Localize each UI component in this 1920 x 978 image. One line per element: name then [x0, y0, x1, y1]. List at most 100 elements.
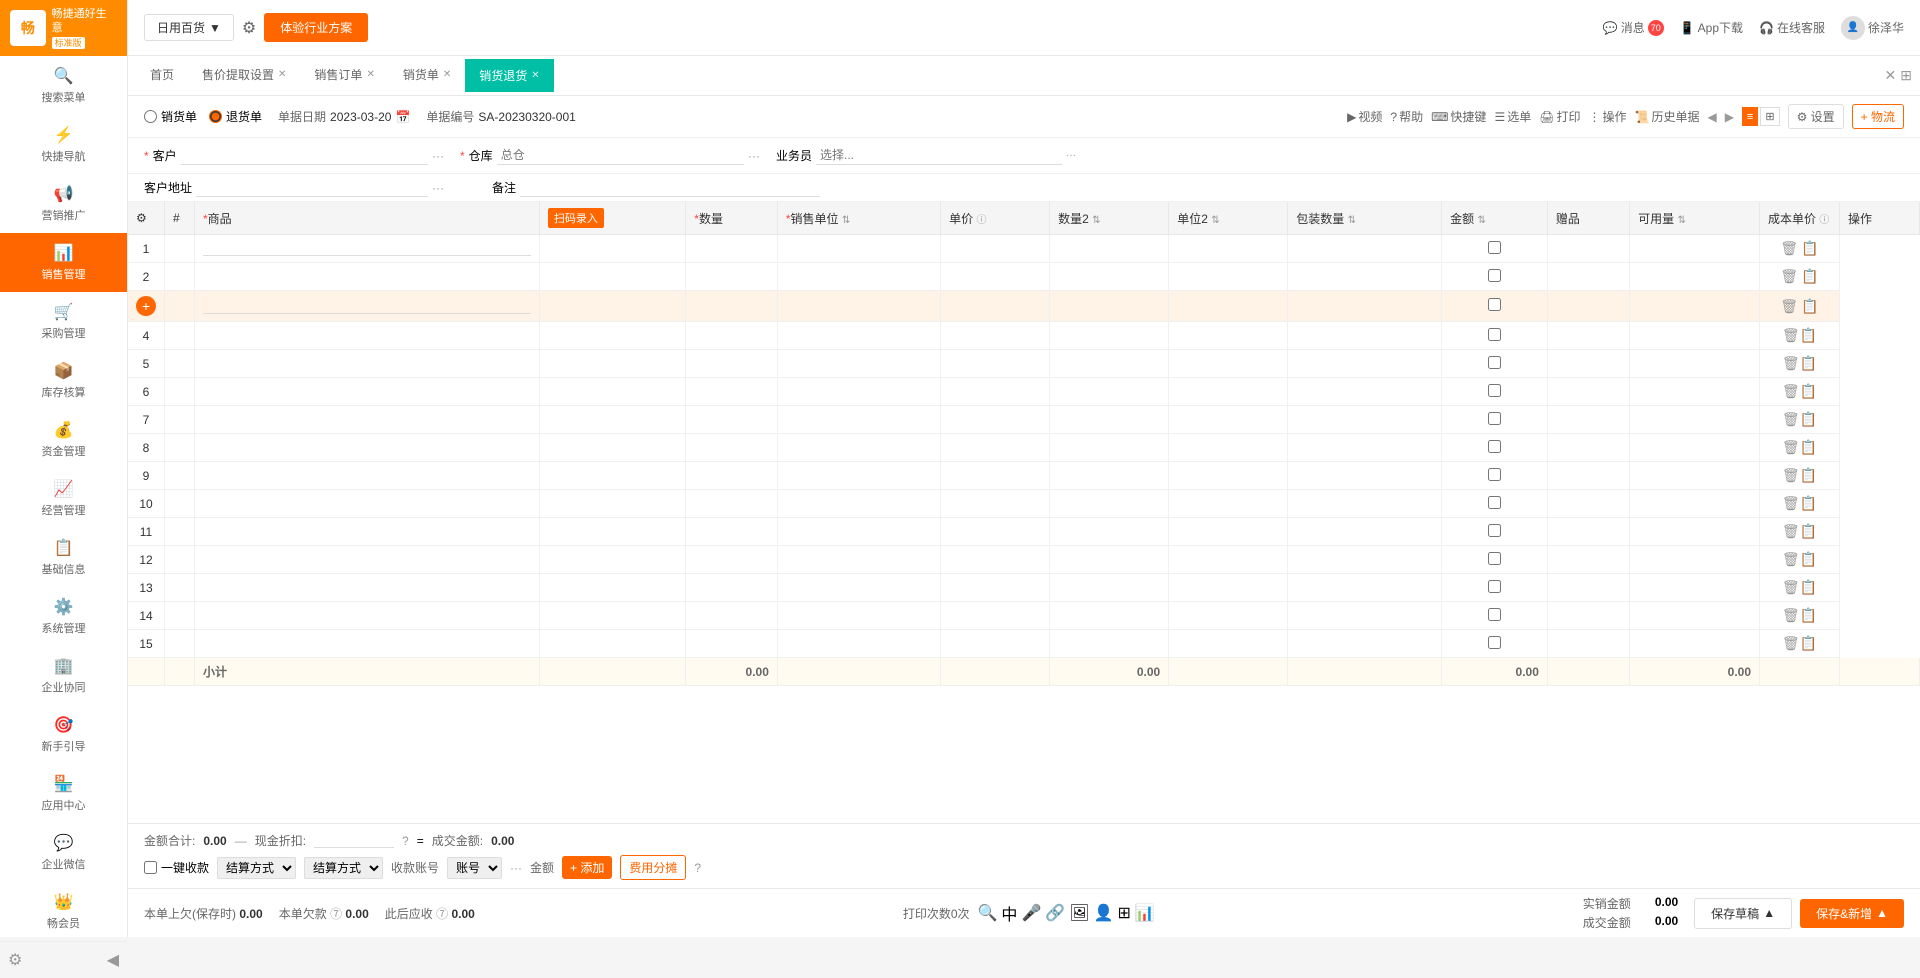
- cell-amount[interactable]: [1288, 263, 1442, 291]
- tab-home[interactable]: 首页: [136, 58, 188, 93]
- gift-checkbox[interactable]: [1488, 241, 1501, 254]
- gift-checkbox[interactable]: [1488, 468, 1501, 481]
- mic-icon[interactable]: 🎤: [1021, 903, 1041, 923]
- delete-icon[interactable]: 🗑: [1782, 411, 1800, 427]
- address-select-icon[interactable]: ···: [432, 181, 444, 195]
- sidebar-item-sales[interactable]: 📊 销售管理: [0, 233, 127, 292]
- product-input[interactable]: [203, 241, 531, 256]
- tab-sales-order[interactable]: 销售订单 ✕: [300, 58, 388, 93]
- history-btn[interactable]: 📜 历史单据: [1634, 108, 1699, 125]
- delete-icon[interactable]: 🗑: [1782, 551, 1800, 567]
- delete-icon[interactable]: 🗑: [1782, 355, 1800, 371]
- gift-checkbox[interactable]: [1488, 412, 1501, 425]
- cell-add-row[interactable]: +: [128, 291, 165, 322]
- daily-selector[interactable]: 日用百货 ▼: [144, 14, 234, 41]
- gift-checkbox[interactable]: [1488, 328, 1501, 341]
- copy-icon[interactable]: 📋: [1800, 495, 1817, 511]
- cell-sales-unit[interactable]: [686, 263, 778, 291]
- cell-quantity2[interactable]: [941, 263, 1050, 291]
- person-icon[interactable]: 👤: [1094, 903, 1114, 923]
- gift-checkbox[interactable]: [1488, 524, 1501, 537]
- gift-checkbox[interactable]: [1488, 356, 1501, 369]
- cell-unit-price-active[interactable]: [777, 291, 940, 322]
- cell-gift[interactable]: [1442, 263, 1548, 291]
- cell-available[interactable]: [1547, 235, 1629, 263]
- add-btn[interactable]: + 添加: [562, 856, 612, 879]
- cell-available-active[interactable]: [1547, 291, 1629, 322]
- copy-icon[interactable]: 📋: [1800, 439, 1817, 455]
- cell-sales-unit-active[interactable]: [686, 291, 778, 322]
- view-list-btn[interactable]: ≡: [1742, 107, 1758, 126]
- tab-close-icon[interactable]: ✕: [278, 69, 286, 80]
- sidebar-item-system[interactable]: ⚙️ 系统管理: [0, 587, 127, 646]
- copy-icon[interactable]: 📋: [1800, 551, 1817, 567]
- delete-icon[interactable]: 🗑: [1780, 298, 1798, 314]
- print-btn[interactable]: 🖨 打印: [1539, 108, 1580, 125]
- gift-checkbox-active[interactable]: [1488, 298, 1501, 311]
- cell-cost-price[interactable]: [1630, 263, 1760, 291]
- image-icon[interactable]: 🖼: [1069, 903, 1089, 923]
- settlement-method-select[interactable]: 结算方式: [217, 857, 296, 879]
- cell-product[interactable]: [195, 235, 540, 263]
- split-btn[interactable]: 费用分摊: [620, 855, 686, 880]
- select-btn[interactable]: ☰ 选单: [1494, 108, 1531, 125]
- salesperson-select-icon[interactable]: ···: [1066, 150, 1076, 161]
- prev-record-btn[interactable]: ◀: [1707, 110, 1716, 124]
- radio-delivery-input[interactable]: [144, 110, 157, 123]
- delete-icon[interactable]: 🗑: [1782, 579, 1800, 595]
- cell-pack-qty[interactable]: [1169, 263, 1288, 291]
- delete-icon[interactable]: 🗑: [1782, 523, 1800, 539]
- radio-delivery[interactable]: 销货单: [144, 108, 197, 125]
- cell-quantity[interactable]: [539, 263, 685, 291]
- cell-unit-price[interactable]: [777, 263, 940, 291]
- cell-pack-qty[interactable]: [1169, 235, 1288, 263]
- account-select[interactable]: 账号: [447, 857, 502, 879]
- tab-sales-return[interactable]: 销货退货 ✕: [465, 59, 553, 92]
- question-btn[interactable]: ?: [694, 861, 701, 875]
- app-download-item[interactable]: 📱 App下载: [1680, 19, 1743, 36]
- tab-close-icon[interactable]: ✕: [443, 69, 451, 80]
- sidebar-item-marketing[interactable]: 📢 营销推广: [0, 174, 127, 233]
- gift-checkbox[interactable]: [1488, 580, 1501, 593]
- delete-icon[interactable]: 🗑: [1782, 635, 1800, 651]
- search-icon[interactable]: 🔍: [978, 903, 998, 923]
- copy-icon[interactable]: 📋: [1800, 635, 1817, 651]
- cell-unit2[interactable]: [1050, 263, 1169, 291]
- save-new-btn[interactable]: 保存&新增 ▲: [1800, 899, 1904, 928]
- question-icon[interactable]: ?: [402, 834, 409, 848]
- copy-icon[interactable]: 📋: [1800, 327, 1817, 343]
- sidebar-item-search[interactable]: 🔍 搜索菜单: [0, 56, 127, 115]
- copy-icon[interactable]: 📋: [1801, 298, 1818, 314]
- copy-icon[interactable]: 📋: [1800, 467, 1817, 483]
- user-item[interactable]: 👤 徐泽华: [1841, 16, 1904, 40]
- copy-icon[interactable]: 📋: [1800, 607, 1817, 623]
- delete-icon[interactable]: 🗑: [1782, 327, 1800, 343]
- gift-checkbox[interactable]: [1488, 269, 1501, 282]
- cell-quantity-active[interactable]: [539, 291, 685, 322]
- help-btn[interactable]: ? 帮助: [1390, 108, 1423, 125]
- scan-btn[interactable]: 扫码录入: [548, 208, 604, 228]
- one-click-payment-checkbox[interactable]: [144, 861, 157, 874]
- delete-icon[interactable]: 🗑: [1782, 383, 1800, 399]
- sidebar-item-inventory[interactable]: 📦 库存核算: [0, 351, 127, 410]
- grid-icon[interactable]: ⊞: [1118, 903, 1131, 923]
- copy-icon[interactable]: 📋: [1800, 523, 1817, 539]
- delete-icon[interactable]: 🗑: [1780, 268, 1798, 284]
- delete-icon[interactable]: 🗑: [1782, 467, 1800, 483]
- tab-close-icon[interactable]: ✕: [366, 69, 374, 80]
- warehouse-input[interactable]: [497, 146, 744, 165]
- cell-quantity2[interactable]: [941, 235, 1050, 263]
- calendar-icon[interactable]: 📅: [395, 110, 410, 124]
- gift-checkbox[interactable]: [1488, 384, 1501, 397]
- cell-unit2[interactable]: [1050, 235, 1169, 263]
- remark-input[interactable]: [520, 178, 820, 197]
- cell-quantity[interactable]: [539, 235, 685, 263]
- cell-available[interactable]: [1547, 263, 1629, 291]
- radio-return-input[interactable]: [209, 110, 222, 123]
- sidebar-item-vip[interactable]: 👑 畅会员: [0, 882, 127, 941]
- cell-product-active[interactable]: [195, 291, 540, 322]
- cell-sales-unit[interactable]: [686, 235, 778, 263]
- copy-icon[interactable]: 📋: [1800, 579, 1817, 595]
- copy-icon[interactable]: 📋: [1800, 355, 1817, 371]
- gift-checkbox[interactable]: [1488, 552, 1501, 565]
